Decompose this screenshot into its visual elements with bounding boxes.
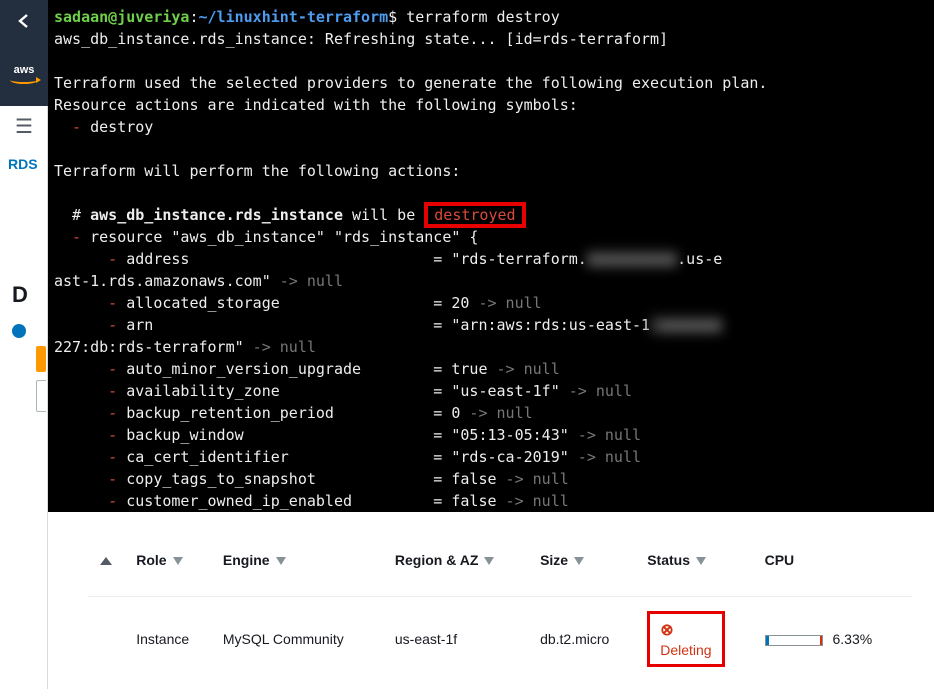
cpu-warn-marker bbox=[820, 636, 822, 645]
radio-selected-icon[interactable] bbox=[12, 324, 26, 338]
sort-asc-icon bbox=[100, 557, 112, 565]
refresh-line: aws_db_instance.rds_instance: Refreshing… bbox=[54, 30, 668, 48]
aws-smile-icon bbox=[10, 76, 38, 84]
filter-icon bbox=[574, 557, 584, 565]
partial-console-column: D bbox=[0, 258, 48, 478]
cpu-percent: 6.33% bbox=[832, 631, 872, 647]
input-partial[interactable] bbox=[36, 380, 46, 412]
cell-role: Instance bbox=[128, 597, 215, 682]
table-header-row: Role Engine Region & AZ Size Status CPU bbox=[88, 542, 912, 597]
col-status[interactable]: Status bbox=[639, 542, 756, 597]
table-row[interactable]: Instance MySQL Community us-east-1f db.t… bbox=[88, 597, 912, 682]
redacted-text: xxxxxxxxxx bbox=[587, 250, 677, 268]
aws-logo[interactable]: aws bbox=[0, 42, 48, 106]
filter-icon bbox=[696, 557, 706, 565]
prompt-path: ~/linuxhint-terraform bbox=[199, 8, 389, 26]
filter-icon bbox=[484, 557, 494, 565]
col-engine[interactable]: Engine bbox=[215, 542, 387, 597]
col-sort[interactable] bbox=[88, 542, 128, 597]
prompt-user: sadaan@juveriya bbox=[54, 8, 189, 26]
aws-logo-text: aws bbox=[14, 64, 35, 76]
cpu-fill bbox=[766, 636, 769, 645]
cell-region: us-east-1f bbox=[387, 597, 532, 682]
db-table-panel: Role Engine Region & AZ Size Status CPU … bbox=[48, 512, 934, 689]
destroyed-highlight: destroyed bbox=[424, 202, 525, 228]
back-button[interactable] bbox=[0, 0, 48, 42]
heading-partial: D bbox=[0, 258, 47, 316]
redacted-text: :xxxxxxx bbox=[650, 316, 722, 334]
error-circle-icon: ⊗ bbox=[660, 622, 673, 639]
cell-size: db.t2.micro bbox=[532, 597, 639, 682]
cpu-meter bbox=[765, 635, 823, 646]
cell-cpu: 6.33% bbox=[757, 597, 912, 682]
action-button-partial[interactable] bbox=[36, 346, 46, 372]
service-label[interactable]: RDS bbox=[0, 146, 47, 182]
databases-table: Role Engine Region & AZ Size Status CPU … bbox=[88, 542, 912, 681]
cell-engine: MySQL Community bbox=[215, 597, 387, 682]
status-text: Deleting bbox=[660, 642, 711, 658]
col-region[interactable]: Region & AZ bbox=[387, 542, 532, 597]
hamburger-menu[interactable]: ☰ bbox=[0, 106, 48, 146]
col-role[interactable]: Role bbox=[128, 542, 215, 597]
terminal-window[interactable]: sadaan@juveriya:~/linuxhint-terraform$ t… bbox=[48, 0, 934, 512]
status-badge: ⊗ Deleting bbox=[647, 611, 724, 667]
filter-icon bbox=[276, 557, 286, 565]
col-cpu[interactable]: CPU bbox=[757, 542, 912, 597]
arrow-left-icon bbox=[14, 11, 34, 31]
filter-icon bbox=[173, 557, 183, 565]
col-size[interactable]: Size bbox=[532, 542, 639, 597]
command-text: terraform destroy bbox=[406, 8, 560, 26]
